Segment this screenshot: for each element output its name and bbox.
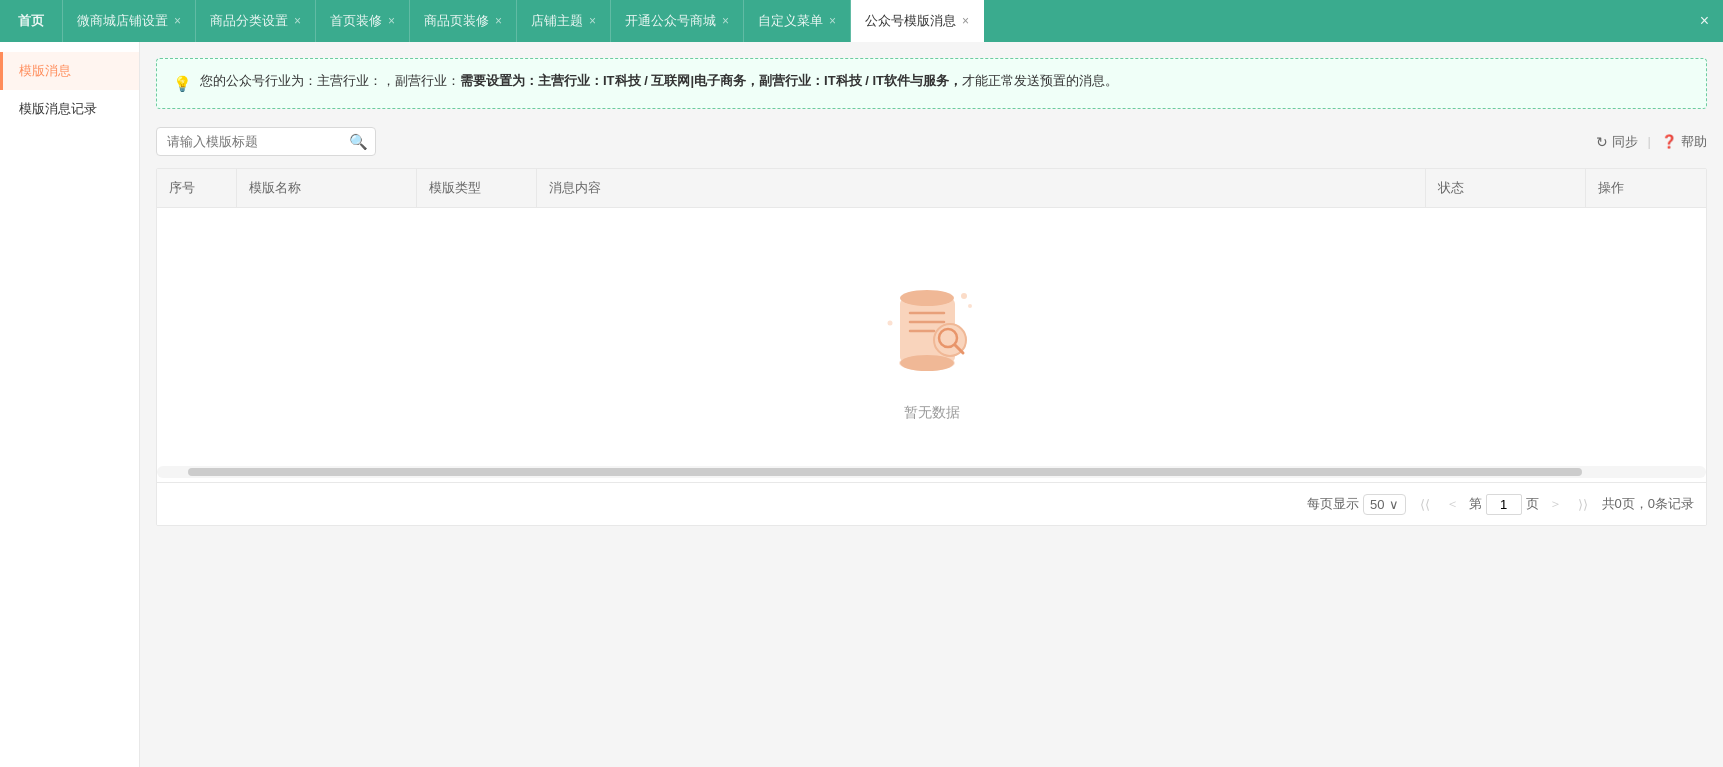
nav-tab-home-decor[interactable]: 首页装修 × bbox=[316, 0, 410, 42]
chevron-down-icon: ∨ bbox=[1389, 497, 1399, 512]
pagination: 每页显示 50 ∨ ⟨⟨ ＜ 第 页 ＞ ⟩⟩ 共0页，0条记录 bbox=[157, 482, 1706, 525]
empty-state: 暂无数据 bbox=[157, 208, 1706, 462]
notice-text: 您的公众号行业为：主营行业：，副营行业：需要设置为：主营行业：IT科技 / 互联… bbox=[200, 71, 1118, 92]
nav-tab-home[interactable]: 首页 bbox=[0, 0, 63, 42]
svg-point-10 bbox=[961, 293, 967, 299]
empty-text: 暂无数据 bbox=[904, 404, 960, 422]
nav-tab-category-label: 商品分类设置 bbox=[210, 12, 288, 30]
close-shop-settings-icon[interactable]: × bbox=[174, 14, 181, 28]
toolbar-right: ↻ 同步 | ❓ 帮助 bbox=[1596, 133, 1707, 151]
th-name: 模版名称 bbox=[237, 169, 417, 207]
main-layout: 模版消息 模版消息记录 💡 您的公众号行业为：主营行业：，副营行业：需要设置为：… bbox=[0, 42, 1723, 767]
search-input-wrap: 🔍 bbox=[156, 127, 376, 156]
svg-point-12 bbox=[887, 321, 892, 326]
notice-box: 💡 您的公众号行业为：主营行业：，副营行业：需要设置为：主营行业：IT科技 / … bbox=[156, 58, 1707, 109]
page-number-input[interactable] bbox=[1486, 494, 1522, 515]
close-all-tabs-button[interactable]: × bbox=[1686, 12, 1723, 30]
th-type: 模版类型 bbox=[417, 169, 537, 207]
nav-tab-template-msg[interactable]: 公众号模版消息 × bbox=[851, 0, 984, 42]
nav-tab-custom-menu[interactable]: 自定义菜单 × bbox=[744, 0, 851, 42]
nav-tab-product-decor-label: 商品页装修 bbox=[424, 12, 489, 30]
th-status: 状态 bbox=[1426, 169, 1586, 207]
help-button[interactable]: ❓ 帮助 bbox=[1661, 133, 1707, 151]
sidebar-item-template-msg[interactable]: 模版消息 bbox=[0, 52, 139, 90]
th-content: 消息内容 bbox=[537, 169, 1426, 207]
page-nav: ⟨⟨ ＜ 第 页 ＞ ⟩⟩ bbox=[1414, 493, 1594, 515]
close-open-mall-icon[interactable]: × bbox=[722, 14, 729, 28]
page-size-label: 每页显示 bbox=[1307, 495, 1359, 513]
svg-point-3 bbox=[900, 355, 954, 371]
nav-tab-shop-settings-label: 微商城店铺设置 bbox=[77, 12, 168, 30]
next-page-button[interactable]: ＞ bbox=[1543, 493, 1568, 515]
sync-icon: ↻ bbox=[1596, 134, 1608, 150]
sidebar-item-template-msg-record[interactable]: 模版消息记录 bbox=[0, 90, 139, 128]
data-table: 序号 模版名称 模版类型 消息内容 状态 操作 bbox=[156, 168, 1707, 526]
nav-tab-custom-menu-label: 自定义菜单 bbox=[758, 12, 823, 30]
svg-point-2 bbox=[900, 290, 954, 306]
nav-tab-open-mall-label: 开通公众号商城 bbox=[625, 12, 716, 30]
page-size-value: 50 bbox=[1370, 497, 1384, 512]
nav-tab-home-label: 首页 bbox=[18, 12, 44, 30]
search-input[interactable] bbox=[156, 127, 376, 156]
first-page-button[interactable]: ⟨⟨ bbox=[1414, 495, 1436, 514]
page-size-dropdown[interactable]: 50 ∨ bbox=[1363, 494, 1405, 515]
search-bar: 🔍 ↻ 同步 | ❓ 帮助 bbox=[156, 127, 1707, 156]
prev-page-button[interactable]: ＜ bbox=[1440, 493, 1465, 515]
toolbar-divider: | bbox=[1648, 134, 1651, 149]
close-home-decor-icon[interactable]: × bbox=[388, 14, 395, 28]
page-label-before: 第 bbox=[1469, 495, 1482, 513]
nav-tab-open-mall[interactable]: 开通公众号商城 × bbox=[611, 0, 744, 42]
svg-point-11 bbox=[968, 304, 972, 308]
close-product-decor-icon[interactable]: × bbox=[495, 14, 502, 28]
horizontal-scrollbar[interactable] bbox=[157, 466, 1706, 478]
scrollbar-thumb[interactable] bbox=[188, 468, 1582, 476]
nav-tab-theme[interactable]: 店铺主题 × bbox=[517, 0, 611, 42]
nav-tab-template-msg-label: 公众号模版消息 bbox=[865, 12, 956, 30]
th-action: 操作 bbox=[1586, 169, 1706, 207]
sync-label: 同步 bbox=[1612, 133, 1638, 151]
table-header: 序号 模版名称 模版类型 消息内容 状态 操作 bbox=[157, 169, 1706, 208]
sidebar-item-template-msg-record-label: 模版消息记录 bbox=[19, 101, 97, 116]
close-template-msg-icon[interactable]: × bbox=[962, 14, 969, 28]
close-category-icon[interactable]: × bbox=[294, 14, 301, 28]
help-icon: ❓ bbox=[1661, 134, 1677, 149]
sidebar: 模版消息 模版消息记录 bbox=[0, 42, 140, 767]
search-icon[interactable]: 🔍 bbox=[349, 133, 368, 151]
nav-tab-home-decor-label: 首页装修 bbox=[330, 12, 382, 30]
page-label-after: 页 bbox=[1526, 495, 1539, 513]
th-index: 序号 bbox=[157, 169, 237, 207]
nav-tab-shop-settings[interactable]: 微商城店铺设置 × bbox=[63, 0, 196, 42]
page-total: 共0页，0条记录 bbox=[1602, 495, 1694, 513]
notice-icon: 💡 bbox=[173, 72, 192, 96]
sidebar-item-template-msg-label: 模版消息 bbox=[19, 63, 71, 78]
sync-button[interactable]: ↻ 同步 bbox=[1596, 133, 1638, 151]
nav-tab-category[interactable]: 商品分类设置 × bbox=[196, 0, 316, 42]
top-nav: 首页 微商城店铺设置 × 商品分类设置 × 首页装修 × 商品页装修 × 店铺主… bbox=[0, 0, 1723, 42]
nav-tab-theme-label: 店铺主题 bbox=[531, 12, 583, 30]
content-area: 💡 您的公众号行业为：主营行业：，副营行业：需要设置为：主营行业：IT科技 / … bbox=[140, 42, 1723, 767]
empty-illustration bbox=[872, 268, 992, 388]
page-size-select: 每页显示 50 ∨ bbox=[1307, 494, 1405, 515]
close-custom-menu-icon[interactable]: × bbox=[829, 14, 836, 28]
close-theme-icon[interactable]: × bbox=[589, 14, 596, 28]
last-page-button[interactable]: ⟩⟩ bbox=[1572, 495, 1594, 514]
help-label: 帮助 bbox=[1681, 133, 1707, 151]
nav-tab-product-decor[interactable]: 商品页装修 × bbox=[410, 0, 517, 42]
